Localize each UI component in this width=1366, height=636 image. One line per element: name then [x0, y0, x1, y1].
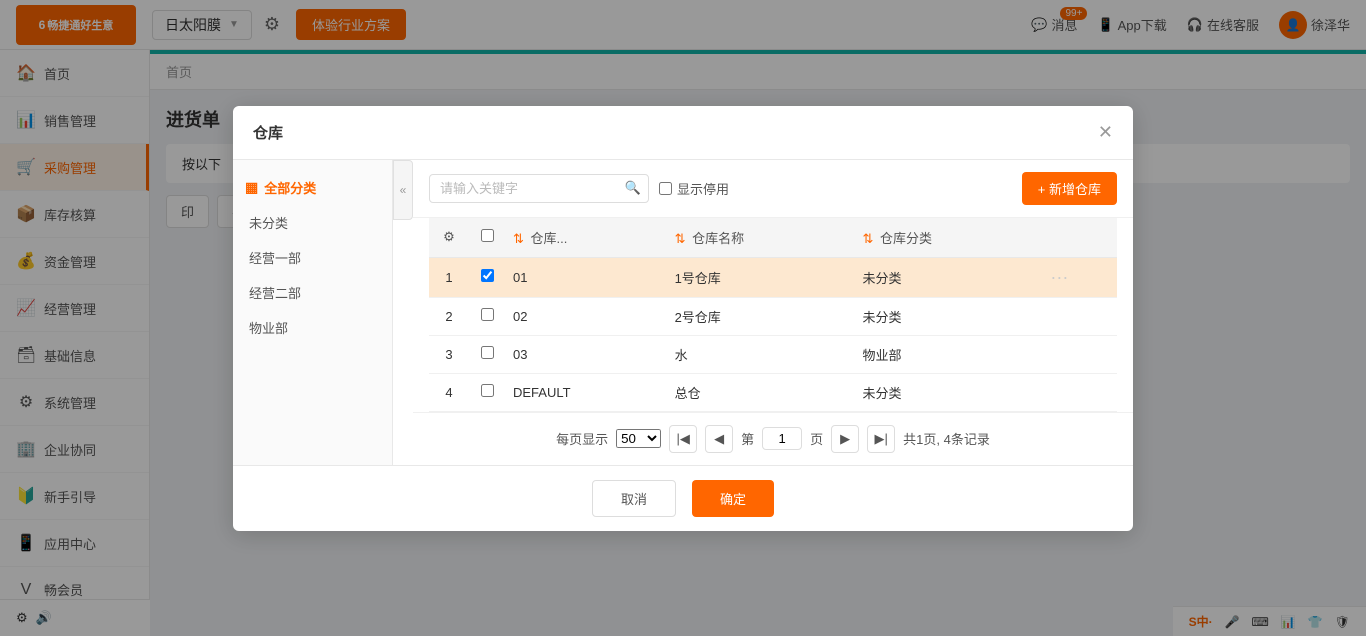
cell-no-0: 01	[505, 257, 667, 297]
page-number-input[interactable]	[762, 427, 802, 450]
sort-icon-category: ⇅	[862, 231, 873, 246]
grid-icon: ▦	[245, 179, 258, 196]
cell-cb-0	[469, 257, 505, 297]
cell-category-2: 物业部	[854, 335, 1042, 373]
cell-name-1: 2号仓库	[667, 297, 855, 335]
page-unit: 页	[810, 429, 823, 448]
show-disabled-text: 显示停用	[677, 179, 729, 198]
cell-category-1: 未分类	[854, 297, 1042, 335]
modal-sidebar: ▦ 全部分类 未分类经营一部经营二部物业部	[233, 160, 393, 465]
cell-more-2	[1042, 335, 1117, 373]
row-checkbox-3[interactable]	[481, 384, 494, 397]
modal-sidebar-all-label[interactable]: 全部分类	[264, 178, 316, 197]
select-all-checkbox[interactable]	[481, 229, 494, 242]
cancel-button[interactable]: 取消	[592, 480, 676, 517]
table-row[interactable]: 2 02 2号仓库 未分类	[429, 297, 1117, 335]
modal-footer: 取消 确定	[233, 465, 1133, 531]
cell-category-3: 未分类	[854, 373, 1042, 411]
page-summary: 共1页, 4条记录	[903, 429, 990, 448]
modal-body: ▦ 全部分类 未分类经营一部经营二部物业部 « 🔍 显示停用	[233, 160, 1133, 465]
col-actions	[1042, 218, 1117, 258]
col-gear: ⚙	[429, 218, 469, 258]
cell-cb-3	[469, 373, 505, 411]
modal-main: 🔍 显示停用 + 新增仓库 ⚙	[413, 160, 1133, 465]
show-disabled-label[interactable]: 显示停用	[659, 179, 729, 198]
col-name: ⇅ 仓库名称	[667, 218, 855, 258]
modal-toolbar: 🔍 显示停用 + 新增仓库	[413, 160, 1133, 218]
cell-no-3: DEFAULT	[505, 373, 667, 411]
cell-category-0: 未分类	[854, 257, 1042, 297]
cell-no-2: 03	[505, 335, 667, 373]
prev-page-button[interactable]: ◀	[705, 425, 733, 453]
col-checkbox	[469, 218, 505, 258]
table-row[interactable]: 4 DEFAULT 总仓 未分类	[429, 373, 1117, 411]
cell-cb-2	[469, 335, 505, 373]
modal-table: ⚙ ⇅ 仓库... ⇅ 仓库名称	[413, 218, 1133, 412]
warehouse-modal: 仓库 ✕ ▦ 全部分类 未分类经营一部经营二部物业部 «	[233, 106, 1133, 531]
cell-more-1	[1042, 297, 1117, 335]
cell-more-0: ···	[1042, 257, 1117, 297]
cell-no-1: 02	[505, 297, 667, 335]
cell-seq-0: 1	[429, 257, 469, 297]
page-size-select[interactable]: 102050100	[616, 429, 661, 448]
modal-close-button[interactable]: ✕	[1098, 122, 1113, 143]
row-checkbox-0[interactable]	[481, 269, 494, 282]
modal-header: 仓库 ✕	[233, 106, 1133, 160]
page-size-label: 每页显示	[556, 429, 608, 448]
table-row[interactable]: 1 01 1号仓库 未分类 ···	[429, 257, 1117, 297]
cell-more-3	[1042, 373, 1117, 411]
row-checkbox-2[interactable]	[481, 346, 494, 359]
cell-seq-3: 4	[429, 373, 469, 411]
cell-name-3: 总仓	[667, 373, 855, 411]
next-page-button[interactable]: ▶	[831, 425, 859, 453]
cell-cb-1	[469, 297, 505, 335]
cell-name-0: 1号仓库	[667, 257, 855, 297]
add-warehouse-button[interactable]: + 新增仓库	[1022, 172, 1117, 205]
cell-name-2: 水	[667, 335, 855, 373]
table-header-row: ⚙ ⇅ 仓库... ⇅ 仓库名称	[429, 218, 1117, 258]
modal-sidebar-header: ▦ 全部分类	[233, 170, 392, 205]
modal-pagination: 每页显示 102050100 |◀ ◀ 第 页 ▶ ▶| 共1页, 4条记录	[413, 412, 1133, 465]
last-page-button[interactable]: ▶|	[867, 425, 895, 453]
modal-category-item-1[interactable]: 经营一部	[233, 240, 392, 275]
first-page-button[interactable]: |◀	[669, 425, 697, 453]
sort-icon-no: ⇅	[513, 231, 524, 246]
modal-overlay: 仓库 ✕ ▦ 全部分类 未分类经营一部经营二部物业部 «	[0, 0, 1366, 636]
search-icon[interactable]: 🔍	[625, 180, 641, 196]
confirm-button[interactable]: 确定	[692, 480, 774, 517]
search-wrap: 🔍	[429, 174, 649, 203]
cell-seq-2: 3	[429, 335, 469, 373]
col-no: ⇅ 仓库...	[505, 218, 667, 258]
table-row[interactable]: 3 03 水 物业部	[429, 335, 1117, 373]
modal-title: 仓库	[253, 122, 283, 143]
modal-category-item-3[interactable]: 物业部	[233, 310, 392, 345]
warehouse-table: ⚙ ⇅ 仓库... ⇅ 仓库名称	[429, 218, 1117, 412]
modal-category-item-0[interactable]: 未分类	[233, 205, 392, 240]
sidebar-collapse-button[interactable]: «	[393, 160, 413, 220]
page-word: 第	[741, 429, 754, 448]
search-input[interactable]	[429, 174, 649, 203]
more-icon-0[interactable]: ···	[1050, 267, 1068, 287]
cell-seq-1: 2	[429, 297, 469, 335]
modal-category-item-2[interactable]: 经营二部	[233, 275, 392, 310]
sort-icon-name: ⇅	[675, 231, 686, 246]
col-category: ⇅ 仓库分类	[854, 218, 1042, 258]
row-checkbox-1[interactable]	[481, 308, 494, 321]
show-disabled-checkbox[interactable]	[659, 182, 672, 195]
